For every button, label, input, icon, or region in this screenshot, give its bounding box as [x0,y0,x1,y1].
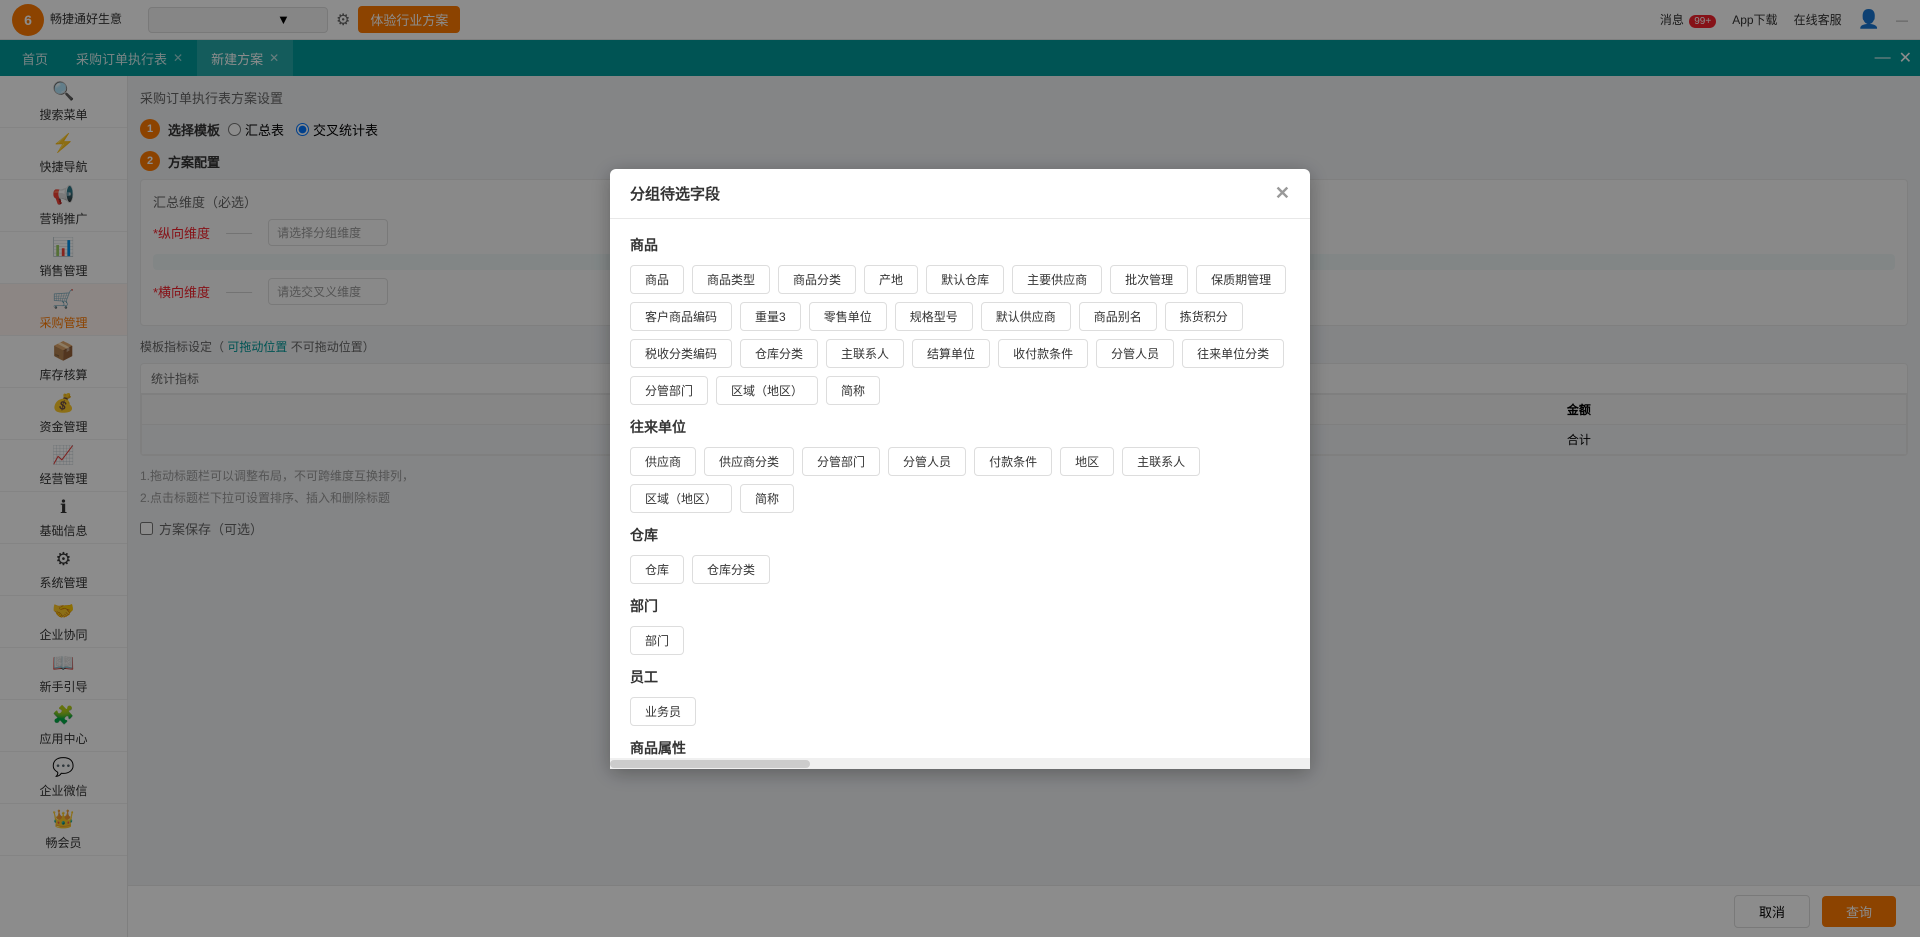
field-goods-type[interactable]: 商品类型 [692,265,770,294]
field-partner-short[interactable]: 简称 [740,484,794,513]
field-grid-partner: 供应商 供应商分类 分管部门 分管人员 付款条件 地区 主联系人 区域（地区） … [630,447,1290,513]
modal-title: 分组待选字段 [630,183,720,204]
field-origin[interactable]: 产地 [864,265,918,294]
field-salesperson[interactable]: 业务员 [630,697,696,726]
modal-close-btn[interactable]: ✕ [1275,183,1290,204]
field-select-modal: 分组待选字段 ✕ 商品 商品 商品类型 商品分类 产地 默认仓库 主要供应商 批… [610,169,1310,769]
field-goods-alias[interactable]: 商品别名 [1079,302,1157,331]
field-tax-code[interactable]: 税收分类编码 [630,339,732,368]
field-grid-goods: 商品 商品类型 商品分类 产地 默认仓库 主要供应商 批次管理 保质期管理 客户… [630,265,1290,405]
field-settle-unit[interactable]: 结算单位 [912,339,990,368]
field-weight3[interactable]: 重量3 [740,302,801,331]
field-grid-employee: 业务员 [630,697,1290,726]
scrollbar-thumb [610,760,810,768]
field-warehouse-category[interactable]: 仓库分类 [740,339,818,368]
field-main-contact[interactable]: 主联系人 [826,339,904,368]
field-main-supplier[interactable]: 主要供应商 [1012,265,1102,294]
field-supervisor[interactable]: 分管人员 [1096,339,1174,368]
field-default-warehouse[interactable]: 默认仓库 [926,265,1004,294]
field-warehouse-cat[interactable]: 仓库分类 [692,555,770,584]
field-partner-person[interactable]: 分管人员 [888,447,966,476]
section-title-employee: 员工 [630,667,1290,687]
field-supplier[interactable]: 供应商 [630,447,696,476]
section-title-warehouse: 仓库 [630,525,1290,545]
field-partner-area[interactable]: 区域（地区） [630,484,732,513]
field-shelf-life[interactable]: 保质期管理 [1196,265,1286,294]
section-title-goods: 商品 [630,235,1290,255]
field-dept[interactable]: 部门 [630,626,684,655]
field-goods-category[interactable]: 商品分类 [778,265,856,294]
modal-overlay: 分组待选字段 ✕ 商品 商品 商品类型 商品分类 产地 默认仓库 主要供应商 批… [0,0,1920,937]
modal-body: 商品 商品 商品类型 商品分类 产地 默认仓库 主要供应商 批次管理 保质期管理… [610,219,1310,759]
field-default-supplier[interactable]: 默认供应商 [981,302,1071,331]
section-title-dept: 部门 [630,596,1290,616]
section-title-goods-attr: 商品属性 [630,738,1290,758]
field-spec-model[interactable]: 规格型号 [895,302,973,331]
field-short-name-goods[interactable]: 简称 [826,376,880,405]
field-dept-in-charge[interactable]: 分管部门 [630,376,708,405]
field-partner-contact[interactable]: 主联系人 [1122,447,1200,476]
field-partner-dept[interactable]: 分管部门 [802,447,880,476]
field-pick-points[interactable]: 拣货积分 [1165,302,1243,331]
field-grid-warehouse: 仓库 仓库分类 [630,555,1290,584]
field-batch-mgmt[interactable]: 批次管理 [1110,265,1188,294]
field-supplier-category[interactable]: 供应商分类 [704,447,794,476]
field-partner-category[interactable]: 往来单位分类 [1182,339,1284,368]
section-title-partner: 往来单位 [630,417,1290,437]
modal-scrollbar-x[interactable] [610,758,1310,768]
field-region-goods[interactable]: 区域（地区） [716,376,818,405]
modal-header: 分组待选字段 ✕ [610,169,1310,219]
field-retail-unit[interactable]: 零售单位 [809,302,887,331]
field-warehouse[interactable]: 仓库 [630,555,684,584]
field-partner-payment[interactable]: 付款条件 [974,447,1052,476]
field-payment-terms[interactable]: 收付款条件 [998,339,1088,368]
field-partner-region[interactable]: 地区 [1060,447,1114,476]
field-goods[interactable]: 商品 [630,265,684,294]
field-customer-code[interactable]: 客户商品编码 [630,302,732,331]
field-grid-dept: 部门 [630,626,1290,655]
